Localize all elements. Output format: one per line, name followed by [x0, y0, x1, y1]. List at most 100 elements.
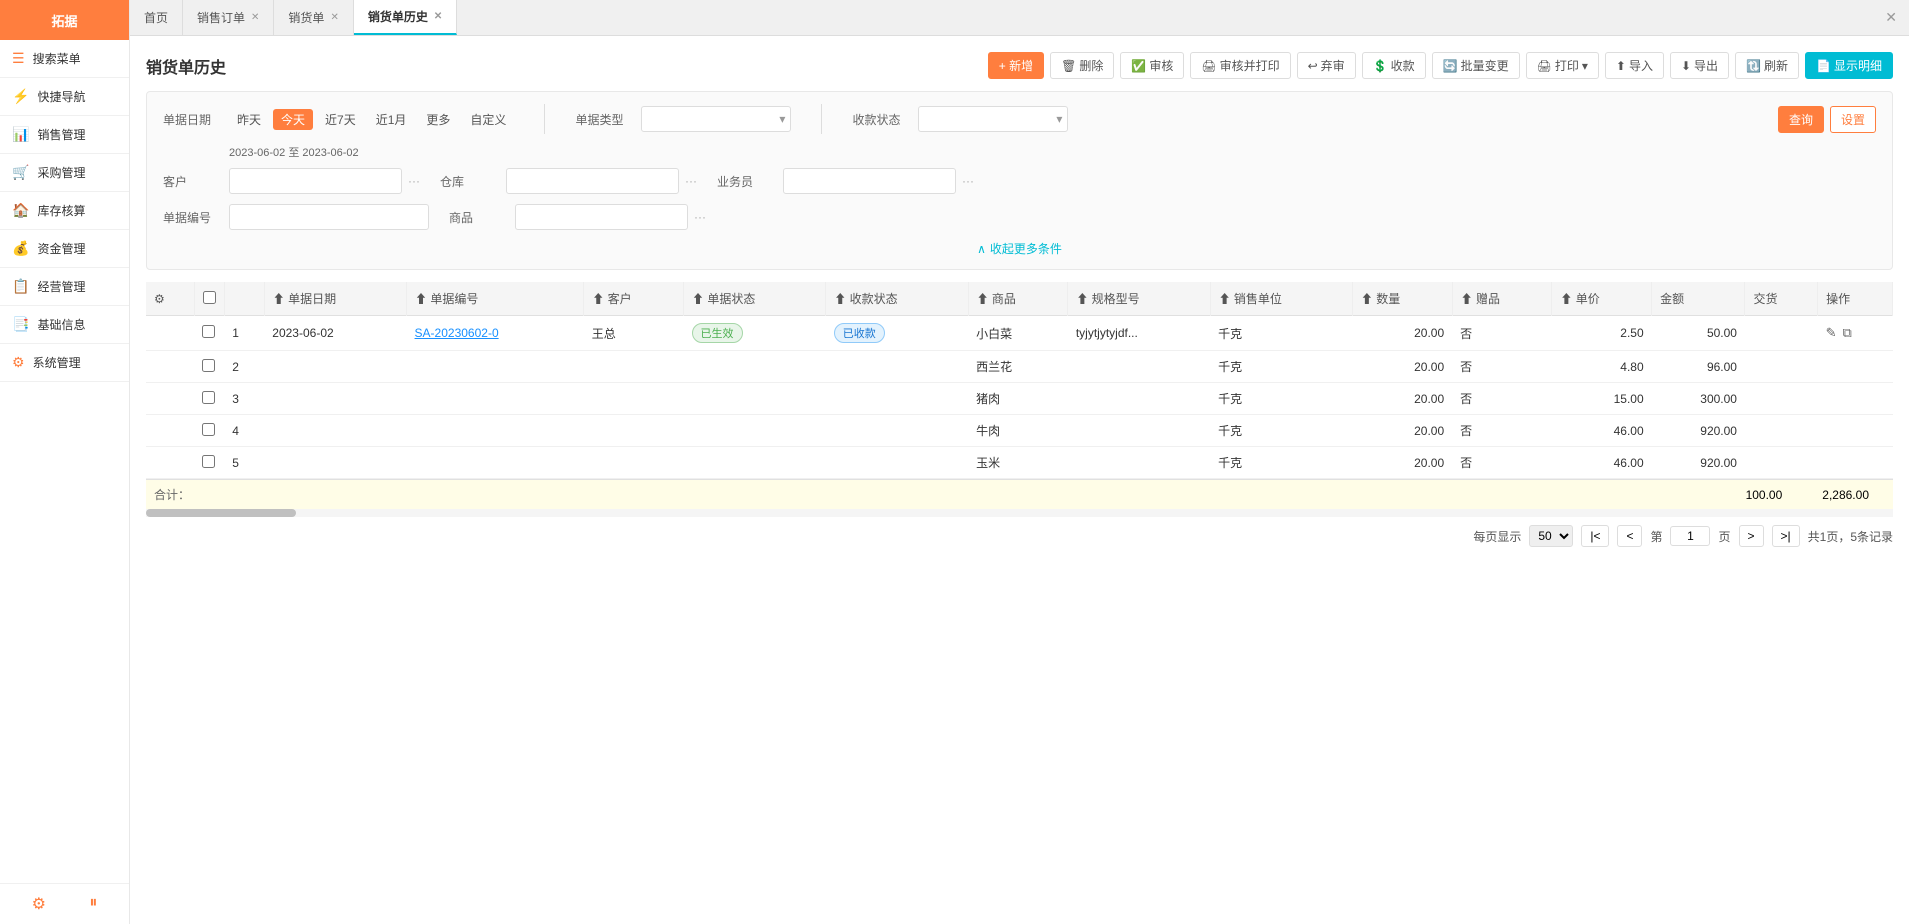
settings-filter-button[interactable]: 设置	[1830, 106, 1876, 133]
th-doc-no[interactable]: ⬆ 单据编号	[407, 282, 584, 316]
page-number-input[interactable]	[1670, 526, 1710, 546]
cell-trade	[1745, 415, 1818, 447]
print-button[interactable]: 🖨 打印 ▾	[1526, 52, 1599, 79]
sidebar-item-finance-mgmt[interactable]: 💰 资金管理	[0, 230, 129, 268]
salesperson-label: 业务员	[717, 173, 777, 190]
first-page-button[interactable]: |<	[1581, 525, 1609, 547]
th-spec[interactable]: ⬆ 规格型号	[1068, 282, 1210, 316]
cell-doc-date	[264, 351, 406, 383]
tab-home-label: 首页	[144, 9, 168, 26]
row-checkbox[interactable]	[202, 325, 215, 338]
th-qty[interactable]: ⬆ 数量	[1352, 282, 1452, 316]
tab-home[interactable]: 首页	[130, 0, 183, 35]
th-gift[interactable]: ⬆ 赠品	[1452, 282, 1552, 316]
warehouse-input[interactable]	[506, 168, 679, 194]
collect-status-select[interactable]	[918, 106, 1068, 132]
prev-page-button[interactable]: <	[1617, 525, 1642, 547]
audit-button[interactable]: ✅ 审核	[1120, 52, 1184, 79]
summary-row: 合计： 100.00 2,286.00	[146, 479, 1893, 509]
cell-goods: 玉米	[968, 447, 1068, 479]
doc-no-input[interactable]	[229, 204, 429, 230]
audit-print-button[interactable]: 🖨 审核并打印	[1190, 52, 1290, 79]
sidebar-item-base-info[interactable]: 📑 基础信息	[0, 306, 129, 344]
sidebar-item-quick-nav[interactable]: ⚡ 快捷导航	[0, 78, 129, 116]
cell-qty: 20.00	[1352, 383, 1452, 415]
cell-gift: 否	[1452, 447, 1552, 479]
cell-spec	[1068, 383, 1210, 415]
th-doc-date[interactable]: ⬆ 单据日期	[264, 282, 406, 316]
goods-input[interactable]	[515, 204, 688, 230]
sidebar-bottom: ⚙ ⏸	[0, 883, 129, 924]
sidebar-item-search-menu[interactable]: ☰ 搜索菜单	[0, 40, 129, 78]
row-checkbox[interactable]	[202, 423, 215, 436]
date-tag-7days[interactable]: 近7天	[317, 109, 364, 130]
tab-bar-close-all[interactable]: ✕	[1873, 9, 1909, 26]
warehouse-ellipsis[interactable]: ···	[685, 174, 697, 188]
per-page-select[interactable]: 50	[1529, 525, 1573, 547]
delete-button[interactable]: 🗑 删除	[1050, 52, 1114, 79]
sidebar-item-sys-mgmt[interactable]: ⚙ 系统管理	[0, 344, 129, 382]
tab-sales-order[interactable]: 销售订单 ✕	[183, 0, 274, 35]
th-actions: 操作	[1818, 282, 1893, 316]
th-price[interactable]: ⬆ 单价	[1552, 282, 1652, 316]
import-button[interactable]: ⬆ 导入	[1605, 52, 1664, 79]
sidebar-item-sales-mgmt[interactable]: 📊 销售管理	[0, 116, 129, 154]
tab-sales-delivery-close[interactable]: ✕	[330, 12, 338, 23]
tab-sales-history[interactable]: 销货单历史 ✕	[354, 0, 457, 35]
th-collect-status[interactable]: ⬆ 收款状态	[826, 282, 968, 316]
tab-sales-delivery[interactable]: 销货单 ✕	[274, 0, 353, 35]
tab-sales-history-close[interactable]: ✕	[434, 11, 442, 22]
batch-change-button[interactable]: 🔄 批量变更	[1432, 52, 1520, 79]
date-tag-custom[interactable]: 自定义	[462, 109, 514, 130]
th-unit[interactable]: ⬆ 销售单位	[1210, 282, 1352, 316]
date-tag-yesterday[interactable]: 昨天	[229, 109, 269, 130]
sidebar-item-inventory-calc[interactable]: 🏠 库存核算	[0, 192, 129, 230]
total-info: 共1页，5条记录	[1808, 528, 1893, 545]
salesperson-input[interactable]	[783, 168, 956, 194]
sidebar-item-ops-mgmt[interactable]: 📋 经营管理	[0, 268, 129, 306]
edit-action-icon[interactable]: ✎	[1826, 325, 1837, 341]
pause-bottom-icon[interactable]: ⏸	[89, 894, 97, 914]
th-customer[interactable]: ⬆ 客户	[584, 282, 684, 316]
discard-button[interactable]: ↩ 弃审	[1297, 52, 1356, 79]
customer-input[interactable]	[229, 168, 402, 194]
sidebar: 拓据 ☰ 搜索菜单 ⚡ 快捷导航 📊 销售管理 🛒 采购管理 🏠 库存核算 💰 …	[0, 0, 130, 924]
purchase-icon: 🛒	[12, 164, 29, 181]
row-checkbox[interactable]	[202, 391, 215, 404]
row-checkbox[interactable]	[202, 455, 215, 468]
th-settings[interactable]: ⚙	[146, 282, 194, 316]
collect-button[interactable]: 💲 收款	[1362, 52, 1426, 79]
select-all-checkbox[interactable]	[203, 291, 216, 304]
cell-settings	[146, 316, 194, 351]
table-header-row: ⚙ ⬆ 单据日期 ⬆ 单据编号 ⬆ 客户 ⬆ 单据状态 ⬆ 收款状态 ⬆ 商品 …	[146, 282, 1893, 316]
page-content: 销货单历史 + 新增 🗑 删除 ✅ 审核 🖨 审核并打印 ↩ 弃审 💲 收款	[130, 36, 1909, 924]
row-checkbox[interactable]	[202, 359, 215, 372]
date-tag-today[interactable]: 今天	[273, 109, 313, 130]
date-tag-1month[interactable]: 近1月	[368, 109, 415, 130]
doc-no-link[interactable]: SA-20230602-0	[415, 326, 499, 340]
print-arrow: ▾	[1582, 59, 1588, 73]
customer-ellipsis[interactable]: ···	[408, 174, 420, 188]
new-button[interactable]: + 新增	[988, 52, 1044, 79]
cell-gift: 否	[1452, 383, 1552, 415]
doc-type-select[interactable]	[641, 106, 791, 132]
sidebar-item-purchase-mgmt[interactable]: 🛒 采购管理	[0, 154, 129, 192]
next-page-button[interactable]: >	[1739, 525, 1764, 547]
table-scrollbar[interactable]	[146, 509, 1893, 517]
th-doc-status[interactable]: ⬆ 单据状态	[684, 282, 826, 316]
tab-sales-order-close[interactable]: ✕	[251, 12, 259, 23]
query-button[interactable]: 查询	[1778, 106, 1824, 133]
th-goods[interactable]: ⬆ 商品	[968, 282, 1068, 316]
date-tag-more[interactable]: 更多	[418, 109, 458, 130]
copy-action-icon[interactable]: ⧉	[1843, 325, 1852, 341]
export-button[interactable]: ⬇ 导出	[1670, 52, 1729, 79]
salesperson-ellipsis[interactable]: ···	[962, 174, 974, 188]
refresh-button[interactable]: 🔃 刷新	[1735, 52, 1799, 79]
display-detail-button[interactable]: 📄 显示明细	[1805, 52, 1893, 79]
goods-ellipsis[interactable]: ···	[694, 210, 706, 224]
cell-settings	[146, 383, 194, 415]
last-page-button[interactable]: >|	[1772, 525, 1800, 547]
filter-warehouse: 仓库 ···	[440, 168, 697, 194]
settings-bottom-icon[interactable]: ⚙	[32, 894, 46, 914]
collapse-button[interactable]: ∧ 收起更多条件	[163, 240, 1876, 257]
